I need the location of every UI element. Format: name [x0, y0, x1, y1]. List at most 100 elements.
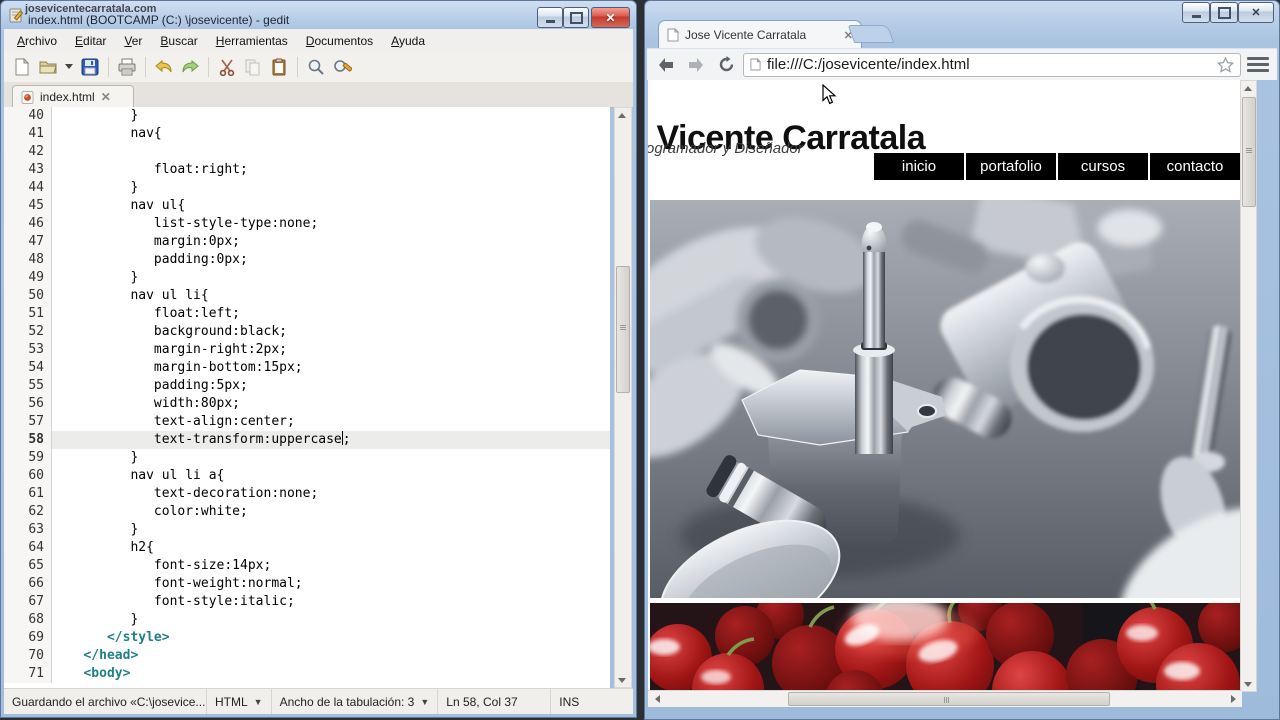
scrollbar-thumb[interactable]: [788, 692, 1110, 706]
open-button[interactable]: [36, 55, 60, 79]
code-line-49[interactable]: 49 }: [4, 269, 610, 287]
code-line-50[interactable]: 50 nav ul li{: [4, 287, 610, 305]
code-line-62[interactable]: 62 color:white;: [4, 503, 610, 521]
scroll-right-button[interactable]: [1226, 692, 1240, 706]
menu-archivo[interactable]: Archivo: [8, 31, 66, 51]
paste-button[interactable]: [267, 55, 291, 79]
code-line-67[interactable]: 67 font-style:italic;: [4, 593, 610, 611]
page-nav-portafolio[interactable]: portafolio: [966, 153, 1056, 180]
bookmark-star-icon[interactable]: [1217, 56, 1234, 73]
code-line-71[interactable]: 71 <body>: [4, 665, 610, 683]
code-line-52[interactable]: 52 background:black;: [4, 323, 610, 341]
code-line-40[interactable]: 40 }: [4, 107, 610, 125]
browser-maximize-button[interactable]: [1210, 2, 1238, 23]
code-line-59[interactable]: 59 }: [4, 449, 610, 467]
menu-ver[interactable]: Ver: [115, 31, 151, 51]
code-line-70[interactable]: 70 </head>: [4, 647, 610, 665]
browser-minimize-button[interactable]: [1182, 2, 1210, 23]
menu-buscar[interactable]: Buscar: [151, 31, 206, 51]
save-button[interactable]: [78, 55, 102, 79]
address-bar[interactable]: file:///C:/josevicente/index.html: [743, 52, 1241, 77]
new-document-button[interactable]: [10, 55, 34, 79]
scroll-up-button[interactable]: [1241, 81, 1255, 95]
find-replace-button[interactable]: [330, 55, 354, 79]
menu-herramientas[interactable]: Herramientas: [207, 31, 297, 51]
code-line-48[interactable]: 48 padding:0px;: [4, 251, 610, 269]
code-line-64[interactable]: 64 h2{: [4, 539, 610, 557]
code-line-43[interactable]: 43 float:right;: [4, 161, 610, 179]
line-number: 69: [4, 629, 52, 647]
browser-tab[interactable]: Jose Vicente Carratala ✕: [658, 20, 862, 49]
insert-mode-indicator: INS: [559, 694, 580, 709]
code-line-56[interactable]: 56 width:80px;: [4, 395, 610, 413]
code-text: }: [60, 108, 139, 123]
code-line-45[interactable]: 45 nav ul{: [4, 197, 610, 215]
language-selector[interactable]: HTML ▼: [207, 689, 272, 714]
code-line-55[interactable]: 55 padding:5px;: [4, 377, 610, 395]
copy-button[interactable]: [241, 55, 265, 79]
gedit-maximize-button[interactable]: [563, 7, 589, 28]
code-line-66[interactable]: 66 font-weight:normal;: [4, 575, 610, 593]
browser-close-button[interactable]: ✕: [1238, 2, 1274, 23]
code-line-60[interactable]: 60 nav ul li a{: [4, 467, 610, 485]
print-button[interactable]: [115, 55, 139, 79]
gedit-minimize-button[interactable]: [537, 7, 563, 28]
code-line-42[interactable]: 42: [4, 143, 610, 161]
code-line-69[interactable]: 69 </style>: [4, 629, 610, 647]
line-number: 66: [4, 575, 52, 593]
page-horizontal-scrollbar[interactable]: [648, 690, 1242, 707]
page-nav-cursos[interactable]: cursos: [1058, 153, 1148, 180]
url-text[interactable]: file:///C:/josevicente/index.html: [767, 56, 1211, 73]
line-number: 49: [4, 269, 52, 287]
back-button[interactable]: [653, 52, 679, 78]
code-line-61[interactable]: 61 text-decoration:none;: [4, 485, 610, 503]
code-text: float:right;: [60, 162, 248, 177]
arrow-up-icon: [1244, 85, 1252, 91]
code-line-57[interactable]: 57 text-align:center;: [4, 413, 610, 431]
scroll-up-button[interactable]: [615, 108, 629, 122]
line-number: 61: [4, 485, 52, 503]
page-vertical-scrollbar[interactable]: [1240, 80, 1257, 692]
code-line-53[interactable]: 53 margin-right:2px;: [4, 341, 610, 359]
find-button[interactable]: [304, 55, 328, 79]
code-text: }: [60, 522, 139, 537]
minimize-icon: [1191, 15, 1201, 18]
scrollbar-thumb[interactable]: [616, 266, 630, 393]
undo-button[interactable]: [152, 55, 176, 79]
tab-width-selector[interactable]: Ancho de la tabulación: 3 ▼: [272, 689, 439, 714]
open-dropdown-button[interactable]: [62, 55, 76, 79]
menu-editar[interactable]: Editar: [66, 31, 115, 51]
page-nav-contacto[interactable]: contacto: [1150, 153, 1240, 180]
new-tab-button[interactable]: [847, 25, 895, 43]
code-line-54[interactable]: 54 margin-bottom:15px;: [4, 359, 610, 377]
code-line-44[interactable]: 44 }: [4, 179, 610, 197]
screen: index.html (BOOTCAMP (C:) \josevicente) …: [0, 0, 1280, 720]
editor-vertical-scrollbar[interactable]: [614, 107, 632, 688]
code-editor-area[interactable]: 40 } 41 nav{42 43 float:right; 44 } 45 nav u…: [4, 107, 610, 688]
gedit-close-button[interactable]: ✕: [591, 7, 630, 28]
cut-button[interactable]: [215, 55, 239, 79]
code-line-58[interactable]: 58 text-transform:uppercase;: [4, 431, 610, 449]
code-line-47[interactable]: 47 margin:0px;: [4, 233, 610, 251]
forward-button[interactable]: [683, 52, 709, 78]
browser-menu-button[interactable]: [1245, 54, 1271, 76]
reload-button[interactable]: [713, 52, 739, 78]
scroll-down-button[interactable]: [615, 673, 629, 687]
line-number: 43: [4, 161, 52, 179]
menu-ayuda[interactable]: Ayuda: [382, 31, 434, 51]
code-line-41[interactable]: 41 nav{: [4, 125, 610, 143]
code-line-68[interactable]: 68 }: [4, 611, 610, 629]
scroll-left-button[interactable]: [650, 692, 664, 706]
code-line-46[interactable]: 46 list-style-type:none;: [4, 215, 610, 233]
editor-tab-index-html[interactable]: index.html ✕: [12, 85, 134, 108]
code-line-51[interactable]: 51 float:left;: [4, 305, 610, 323]
menu-documentos[interactable]: Documentos: [297, 31, 382, 51]
code-line-63[interactable]: 63 }: [4, 521, 610, 539]
code-line-65[interactable]: 65 font-size:14px;: [4, 557, 610, 575]
redo-button[interactable]: [178, 55, 202, 79]
gedit-titlebar[interactable]: index.html (BOOTCAMP (C:) \josevicente) …: [0, 0, 637, 29]
page-nav-inicio[interactable]: inicio: [874, 153, 964, 180]
scroll-down-button[interactable]: [1241, 677, 1255, 691]
scrollbar-thumb[interactable]: [1242, 97, 1256, 207]
tab-close-icon[interactable]: ✕: [101, 90, 111, 104]
